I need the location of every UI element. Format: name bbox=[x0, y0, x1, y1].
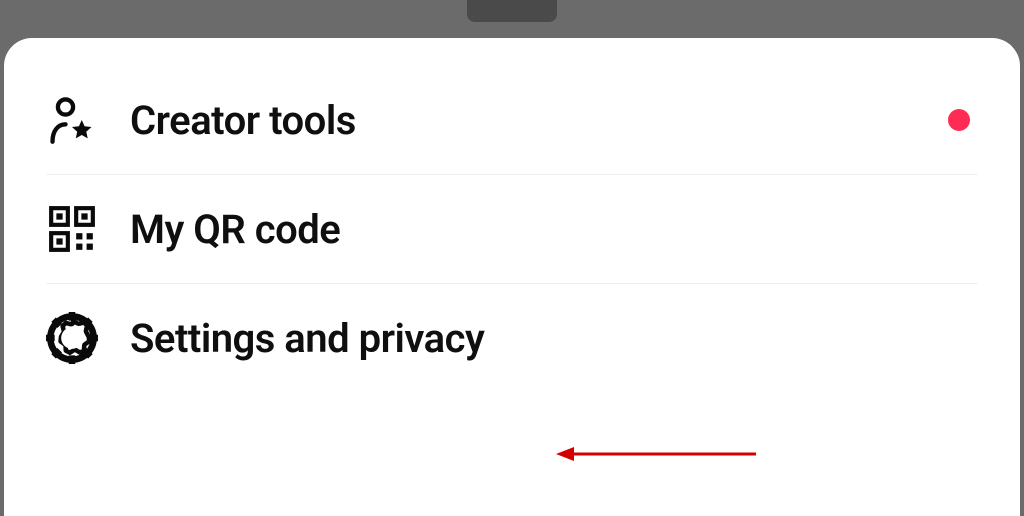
qrcode-icon bbox=[46, 203, 98, 255]
bottom-sheet: Creator tools My QR code bbox=[4, 38, 1020, 516]
gear-icon bbox=[46, 312, 98, 364]
menu-item-qr-code[interactable]: My QR code bbox=[4, 175, 1020, 283]
creator-star-icon bbox=[46, 94, 98, 146]
menu-item-settings-privacy[interactable]: Settings and privacy bbox=[4, 284, 1020, 392]
notification-badge bbox=[948, 109, 970, 131]
menu-item-creator-tools[interactable]: Creator tools bbox=[4, 66, 1020, 174]
menu-item-label: Settings and privacy bbox=[130, 315, 484, 362]
menu-item-label: Creator tools bbox=[130, 97, 356, 144]
menu-item-label: My QR code bbox=[130, 206, 340, 253]
background-peek bbox=[467, 0, 557, 22]
